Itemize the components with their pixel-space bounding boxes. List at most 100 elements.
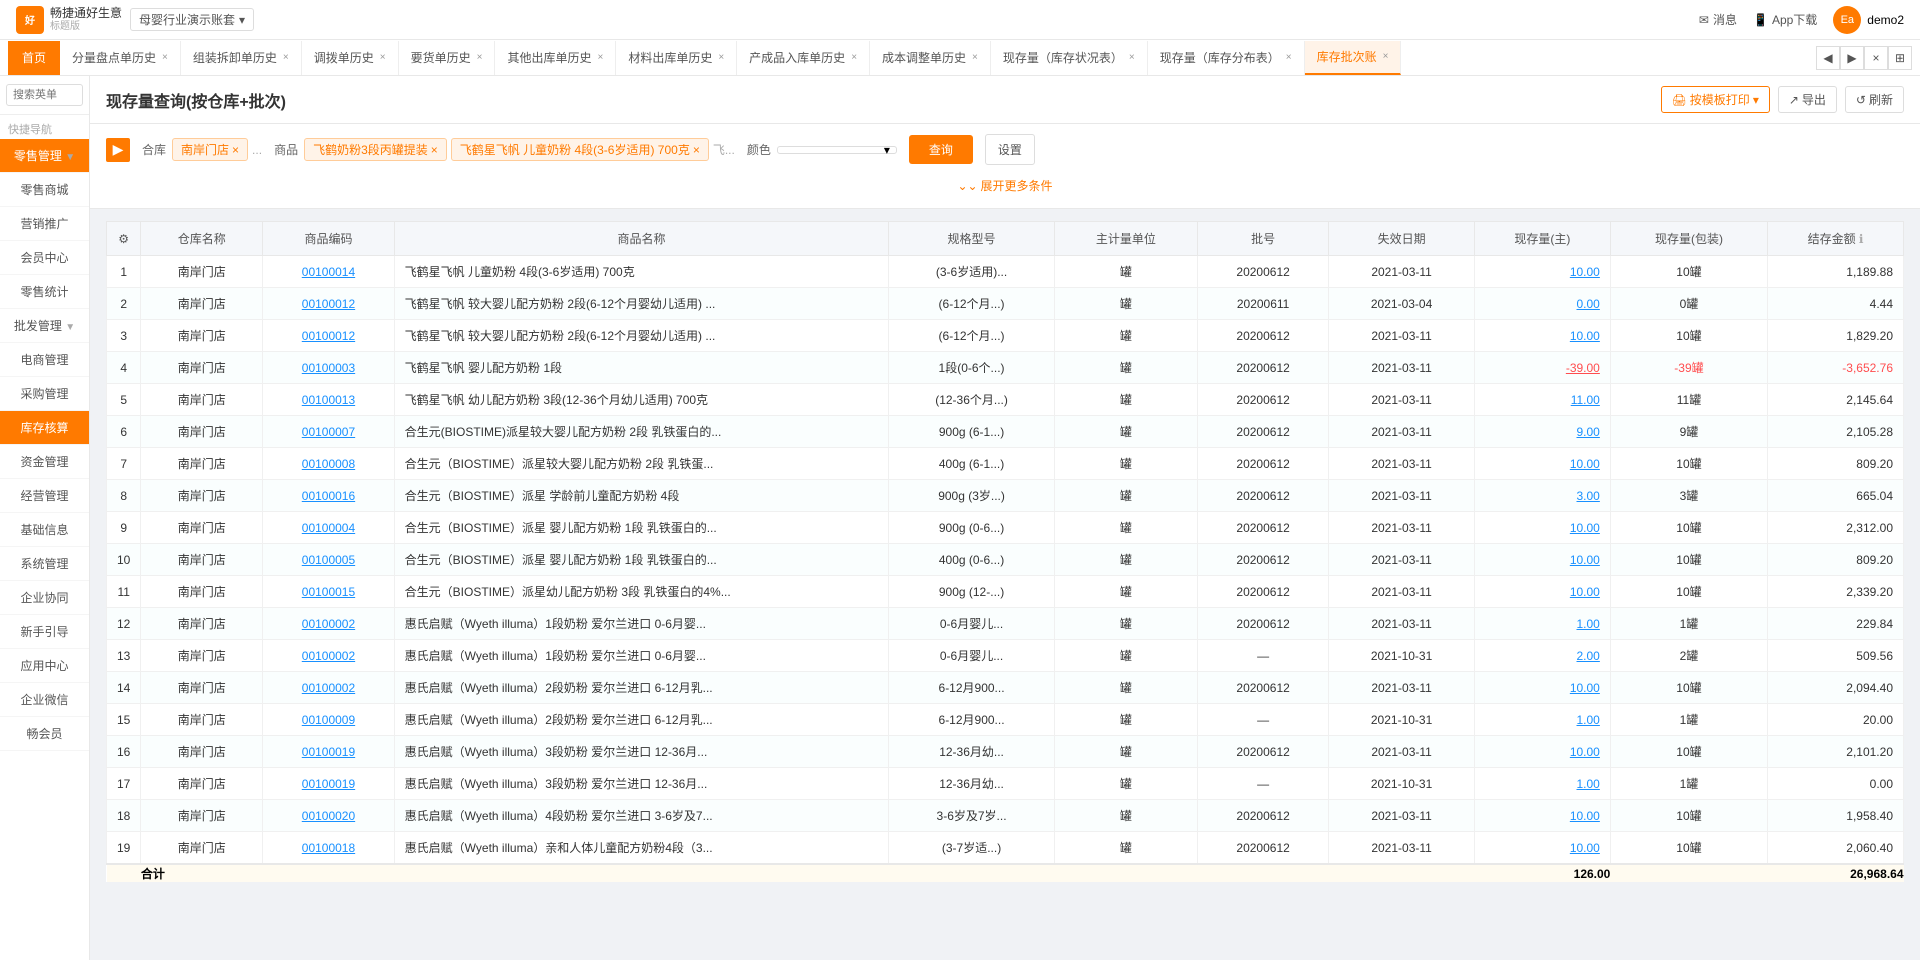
td-expire: 2021-03-11: [1329, 480, 1475, 512]
info-icon[interactable]: ℹ: [1859, 232, 1864, 246]
td-amount: 1,829.20: [1768, 320, 1904, 352]
tab-item-xianc1[interactable]: 现存量（库存状况表） ×: [991, 41, 1148, 75]
close-icon[interactable]: ×: [380, 52, 386, 63]
sidebar-item-guide[interactable]: 新手引导: [0, 615, 89, 649]
th-settings[interactable]: ⚙: [107, 222, 141, 256]
tab-item-chancheng[interactable]: 产成品入库单历史 ×: [737, 41, 870, 75]
tab-item-yaohuo[interactable]: 要货单历史 ×: [399, 41, 496, 75]
tab-item-zuche[interactable]: 组装拆卸单历史 ×: [181, 41, 302, 75]
sidebar-item-member[interactable]: 会员中心: [0, 241, 89, 275]
td-batch: —: [1197, 704, 1328, 736]
app-download-btn[interactable]: 📱 App下载: [1753, 11, 1817, 28]
td-code: 00100013: [263, 384, 394, 416]
td-name: 飞鹤星飞帆 婴儿配方奶粉 1段: [394, 352, 889, 384]
sidebar-item-operations[interactable]: 经营管理: [0, 479, 89, 513]
warehouse-tag[interactable]: 南岸门店 ×: [172, 138, 248, 161]
td-name: 惠氏启赋（Wyeth illuma）4段奶粉 爱尔兰进口 3-6岁及7...: [394, 800, 889, 832]
logo-icon: 好: [16, 6, 44, 34]
td-no: 8: [107, 480, 141, 512]
sidebar-item-marketing[interactable]: 营销推广: [0, 207, 89, 241]
sidebar-item-ecommerce[interactable]: 电商管理: [0, 343, 89, 377]
close-icon[interactable]: ×: [1383, 51, 1389, 62]
tab-item-qita[interactable]: 其他出库单历史 ×: [495, 41, 616, 75]
sidebar-item-purchase[interactable]: 采购管理: [0, 377, 89, 411]
tab-next-btn[interactable]: ▶: [1840, 46, 1864, 70]
table-row: 13 南岸门店 00100002 惠氏启赋（Wyeth illuma）1段奶粉 …: [107, 640, 1904, 672]
search-btn[interactable]: 查询: [909, 135, 973, 164]
tab-item-kucun[interactable]: 库存批次账 ×: [1305, 41, 1402, 75]
td-no: 2: [107, 288, 141, 320]
sidebar-item-enterprise[interactable]: 企业协同: [0, 581, 89, 615]
search-input[interactable]: [6, 84, 83, 106]
sidebar-item-system[interactable]: 系统管理: [0, 547, 89, 581]
td-qty-main: 9.00: [1474, 416, 1610, 448]
expand-more-btn[interactable]: ⌄⌄ 展开更多条件: [949, 173, 1060, 198]
sidebar-item-inventory[interactable]: 库存核算: [0, 411, 89, 445]
close-icon[interactable]: ×: [597, 52, 603, 63]
td-batch: —: [1197, 640, 1328, 672]
td-spec: 400g (0-6...): [889, 544, 1055, 576]
refresh-btn[interactable]: ↺ 刷新: [1845, 86, 1904, 113]
message-btn[interactable]: ✉ 消息: [1699, 11, 1737, 28]
tab-item-cailiao[interactable]: 材料出库单历史 ×: [616, 41, 737, 75]
sidebar-item-retail-mgmt[interactable]: 零售管理 ▼: [0, 139, 89, 173]
td-warehouse: 南岸门店: [141, 736, 263, 768]
sidebar-item-wholesale[interactable]: 批发管理 ▼: [0, 309, 89, 343]
export-btn[interactable]: ↗ 导出: [1778, 86, 1837, 113]
close-icon[interactable]: ×: [693, 143, 700, 157]
expand-row: ⌄⌄ 展开更多条件: [106, 173, 1904, 198]
template-print-btn[interactable]: 🖨 按模板打印 ▾: [1661, 86, 1770, 113]
close-icon[interactable]: ×: [477, 52, 483, 63]
close-icon[interactable]: ×: [1129, 52, 1135, 63]
tab-more-btn[interactable]: ⊞: [1888, 46, 1912, 70]
goods-tag-1[interactable]: 飞鹤奶粉3段丙罐提装 ×: [304, 138, 447, 161]
filter-expand-arrow[interactable]: ▶: [106, 138, 130, 162]
sidebar-item-appcenter[interactable]: 应用中心: [0, 649, 89, 683]
settings-icon[interactable]: ⚙: [118, 232, 129, 246]
setting-btn[interactable]: 设置: [985, 134, 1035, 165]
close-icon[interactable]: ×: [162, 52, 168, 63]
arrow-icon: ▼: [65, 152, 75, 163]
close-icon[interactable]: ×: [1286, 52, 1292, 63]
goods-tag-2[interactable]: 飞鹤星飞帆 儿童奶粉 4段(3-6岁适用) 700克 ×: [451, 138, 709, 161]
goods-more[interactable]: 飞...: [713, 141, 735, 158]
td-qty-main: 2.00: [1474, 640, 1610, 672]
tab-close-btn[interactable]: ×: [1864, 46, 1888, 70]
sidebar-item-finance[interactable]: 资金管理: [0, 445, 89, 479]
close-icon[interactable]: ×: [972, 52, 978, 63]
tab-item-chengben[interactable]: 成本调整单历史 ×: [870, 41, 991, 75]
td-no: 1: [107, 256, 141, 288]
close-icon[interactable]: ×: [283, 52, 289, 63]
close-icon[interactable]: ×: [431, 143, 438, 157]
sidebar-item-basic-info[interactable]: 基础信息: [0, 513, 89, 547]
td-spec: 1段(0-6个...): [889, 352, 1055, 384]
tab-prev-btn[interactable]: ◀: [1816, 46, 1840, 70]
sidebar-item-member2[interactable]: 畅会员: [0, 717, 89, 751]
td-qty-main: 10.00: [1474, 576, 1610, 608]
arrow-icon: ▼: [65, 322, 75, 333]
tab-item-diaob[interactable]: 调拨单历史 ×: [302, 41, 399, 75]
tab-item-fenliang[interactable]: 分量盘点单历史 ×: [60, 41, 181, 75]
user-area[interactable]: Ea demo2: [1833, 6, 1904, 34]
tab-item-xianc2[interactable]: 现存量（库存分布表） ×: [1148, 41, 1305, 75]
td-warehouse: 南岸门店: [141, 416, 263, 448]
warehouse-more[interactable]: ...: [252, 143, 262, 157]
td-unit: 罐: [1054, 544, 1197, 576]
sidebar-item-wechat[interactable]: 企业微信: [0, 683, 89, 717]
td-spec: 900g (0-6...): [889, 512, 1055, 544]
close-icon[interactable]: ×: [851, 52, 857, 63]
close-icon[interactable]: ×: [232, 143, 239, 157]
close-icon[interactable]: ×: [718, 52, 724, 63]
store-selector[interactable]: 母婴行业演示账套 ▾: [130, 8, 254, 31]
td-spec: (3-6岁适用)...: [889, 256, 1055, 288]
td-qty-main: 11.00: [1474, 384, 1610, 416]
color-dropdown[interactable]: ▾: [777, 146, 897, 154]
td-name: 合生元（BIOSTIME）派星 婴儿配方奶粉 1段 乳铁蛋白的...: [394, 512, 889, 544]
td-code: 00100019: [263, 736, 394, 768]
sidebar-item-retail-stats[interactable]: 零售统计: [0, 275, 89, 309]
tab-home[interactable]: 首页: [8, 41, 60, 75]
sidebar-item-retail-shop[interactable]: 零售商城: [0, 173, 89, 207]
td-qty-main: 10.00: [1474, 448, 1610, 480]
td-qty-pkg: 10罐: [1610, 256, 1767, 288]
th-spec: 规格型号: [889, 222, 1055, 256]
